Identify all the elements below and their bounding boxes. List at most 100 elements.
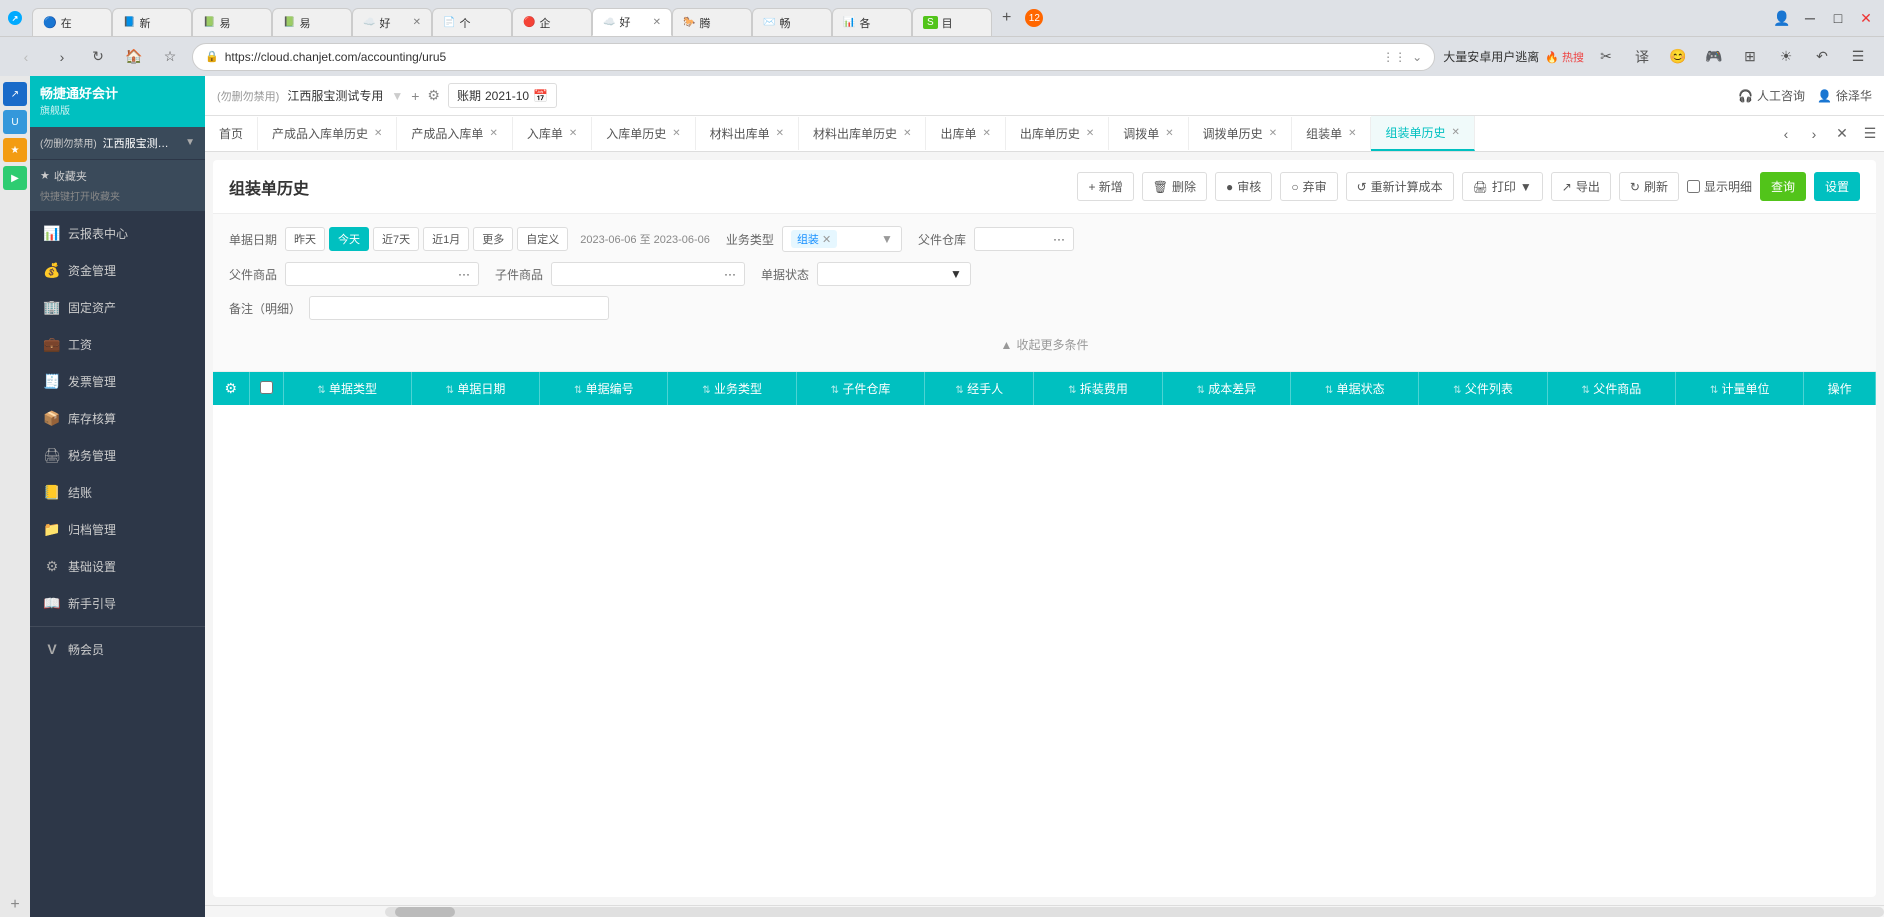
sort-icon-disassembly-fee[interactable]: ⇅ <box>1068 385 1076 396</box>
sidebar-item-tax[interactable]: 🖨 税务管理 <box>30 437 205 474</box>
refresh-button[interactable]: ↻ 刷新 <box>1619 172 1679 201</box>
company-settings-button[interactable]: ⚙ <box>427 87 440 104</box>
select-all-checkbox[interactable] <box>260 381 273 394</box>
sidebar-item-archive[interactable]: 📁 归档管理 <box>30 511 205 548</box>
translate-icon[interactable]: 译 <box>1628 43 1656 71</box>
date-btn-1month[interactable]: 近1月 <box>423 227 469 251</box>
browser-tab-10[interactable]: ✉️ 畅 <box>752 8 832 36</box>
browser-tab-2[interactable]: 📘 新 <box>112 8 192 36</box>
close-assembly[interactable]: ✕ <box>1348 128 1356 139</box>
back-button[interactable]: ‹ <box>12 43 40 71</box>
date-btn-more[interactable]: 更多 <box>473 227 513 251</box>
browser-tab-1[interactable]: 🔵 在 <box>32 8 112 36</box>
sort-icon-bill-status[interactable]: ⇅ <box>1325 385 1333 396</box>
nav-tab-home[interactable]: 首页 <box>205 117 258 150</box>
close-transfer[interactable]: ✕ <box>1165 128 1173 139</box>
close-production-in[interactable]: ✕ <box>489 128 497 139</box>
browser-tab-8[interactable]: ☁️ 好 ✕ <box>592 8 672 36</box>
parent-goods-select[interactable]: ··· <box>285 262 479 286</box>
bookmark-button[interactable]: ☆ <box>156 43 184 71</box>
browser-tab-9[interactable]: 🐎 腾 <box>672 8 752 36</box>
service-button[interactable]: 🎧 人工咨询 <box>1738 87 1805 104</box>
sidebar-item-salary[interactable]: 💼 工资 <box>30 326 205 363</box>
add-company-button[interactable]: + <box>411 88 419 104</box>
scissors-icon[interactable]: ✂ <box>1592 43 1620 71</box>
recalc-button[interactable]: ↺ 重新计算成本 <box>1346 172 1454 201</box>
nav-tab-production-in-history[interactable]: 产成品入库单历史 ✕ <box>258 117 397 150</box>
close-warehouse-in[interactable]: ✕ <box>569 128 577 139</box>
nav-tab-production-in[interactable]: 产成品入库单 ✕ <box>397 117 512 150</box>
sort-icon-bill-date[interactable]: ⇅ <box>446 385 454 396</box>
browser-tab-11[interactable]: 📊 各 <box>832 8 912 36</box>
edge-icon-1[interactable]: ↗ <box>3 82 27 106</box>
sort-icon-bill-type[interactable]: ⇅ <box>317 385 325 396</box>
abandon-button[interactable]: ○ 弃审 <box>1280 172 1337 201</box>
sidebar-item-cloud-report[interactable]: 📊 云报表中心 <box>30 215 205 252</box>
sidebar-item-settings[interactable]: ⚙ 基础设置 <box>30 548 205 585</box>
nav-tab-assembly[interactable]: 组装单 ✕ <box>1292 117 1371 150</box>
edge-icon-2[interactable]: U <box>3 110 27 134</box>
browser-tab-5[interactable]: ☁️ 好 ✕ <box>352 8 432 36</box>
home-button[interactable]: 🏠 <box>120 43 148 71</box>
browser-tab-4[interactable]: 📗 易 <box>272 8 352 36</box>
delete-button[interactable]: 🗑 删除 <box>1142 172 1207 201</box>
profile-icon[interactable]: 👤 <box>1772 8 1792 28</box>
sidebar-item-member[interactable]: V 畅会员 <box>30 631 205 668</box>
sort-icon-biz-type[interactable]: ⇅ <box>702 385 710 396</box>
biz-type-tag-close[interactable]: ✕ <box>822 233 831 246</box>
sidebar-item-guide[interactable]: 📖 新手引导 <box>30 585 205 622</box>
browser-tab-12[interactable]: S 目 <box>912 8 992 36</box>
show-detail-input[interactable] <box>1687 180 1700 193</box>
sidebar-item-assets[interactable]: 🏢 固定资产 <box>30 289 205 326</box>
nav-tab-material-out[interactable]: 材料出库单 ✕ <box>696 117 799 150</box>
tabs-close-button[interactable]: ✕ <box>1828 120 1856 148</box>
date-btn-custom[interactable]: 自定义 <box>517 227 568 251</box>
parent-warehouse-select[interactable]: ··· <box>974 227 1074 251</box>
close-warehouse-in-history[interactable]: ✕ <box>672 128 680 139</box>
sun-icon[interactable]: ☀ <box>1772 43 1800 71</box>
new-tab-button[interactable]: + <box>996 9 1017 27</box>
sort-icon-parent-list[interactable]: ⇅ <box>1453 385 1461 396</box>
browser-tab-7[interactable]: 🔴 企 <box>512 8 592 36</box>
reload-button[interactable]: ↻ <box>84 43 112 71</box>
sort-icon-child-warehouse[interactable]: ⇅ <box>831 385 839 396</box>
close-button[interactable]: ✕ <box>1856 8 1876 28</box>
close-production-in-history[interactable]: ✕ <box>374 128 382 139</box>
print-button[interactable]: 🖨 打印 ▼ <box>1462 172 1543 201</box>
tabs-next-button[interactable]: › <box>1800 120 1828 148</box>
horizontal-scrollbar[interactable] <box>205 905 1884 917</box>
close-out-history[interactable]: ✕ <box>1086 128 1094 139</box>
close-material-out-history[interactable]: ✕ <box>903 128 911 139</box>
nav-tab-assembly-history[interactable]: 组装单历史 ✕ <box>1371 116 1474 151</box>
maximize-button[interactable]: □ <box>1828 8 1848 28</box>
game-icon[interactable]: 🎮 <box>1700 43 1728 71</box>
sidebar-item-invoice[interactable]: 🧾 发票管理 <box>30 363 205 400</box>
period-selector[interactable]: 账期 2021-10 📅 <box>448 83 557 108</box>
edge-icon-3[interactable]: ★ <box>3 138 27 162</box>
date-btn-today[interactable]: 今天 <box>329 227 369 251</box>
nav-tab-transfer-history[interactable]: 调拨单历史 ✕ <box>1189 117 1292 150</box>
sidebar-account[interactable]: (勿删勿禁用) 江西服宝测试专用 ▼ <box>30 127 205 159</box>
tabs-prev-button[interactable]: ‹ <box>1772 120 1800 148</box>
sort-icon-handler[interactable]: ⇅ <box>955 385 963 396</box>
emoji-icon[interactable]: 😊 <box>1664 43 1692 71</box>
table-col-checkbox[interactable] <box>249 372 283 405</box>
sidebar-item-funds[interactable]: 💰 资金管理 <box>30 252 205 289</box>
sidebar-item-checkout[interactable]: 📒 结账 <box>30 474 205 511</box>
show-detail-checkbox[interactable]: 显示明细 <box>1687 178 1752 195</box>
browser-tab-3[interactable]: 📗 易 <box>192 8 272 36</box>
nav-tab-warehouse-in[interactable]: 入库单 ✕ <box>513 117 592 150</box>
collapse-button[interactable]: ▲ 收起更多条件 <box>995 330 1095 359</box>
audit-button[interactable]: ● 审核 <box>1215 172 1272 201</box>
address-bar[interactable]: 🔒 https://cloud.chanjet.com/accounting/u… <box>192 43 1435 71</box>
edge-icon-4[interactable]: ▶ <box>3 166 27 190</box>
user-profile[interactable]: 👤 徐泽华 <box>1817 87 1872 104</box>
nav-tab-out-history[interactable]: 出库单历史 ✕ <box>1006 117 1109 150</box>
nav-tab-material-out-history[interactable]: 材料出库单历史 ✕ <box>799 117 926 150</box>
date-btn-yesterday[interactable]: 昨天 <box>285 227 325 251</box>
sort-icon-cost-diff[interactable]: ⇅ <box>1197 385 1205 396</box>
close-transfer-history[interactable]: ✕ <box>1269 128 1277 139</box>
child-goods-select[interactable]: ··· <box>551 262 745 286</box>
grid-icon[interactable]: ⊞ <box>1736 43 1764 71</box>
close-material-out[interactable]: ✕ <box>776 128 784 139</box>
